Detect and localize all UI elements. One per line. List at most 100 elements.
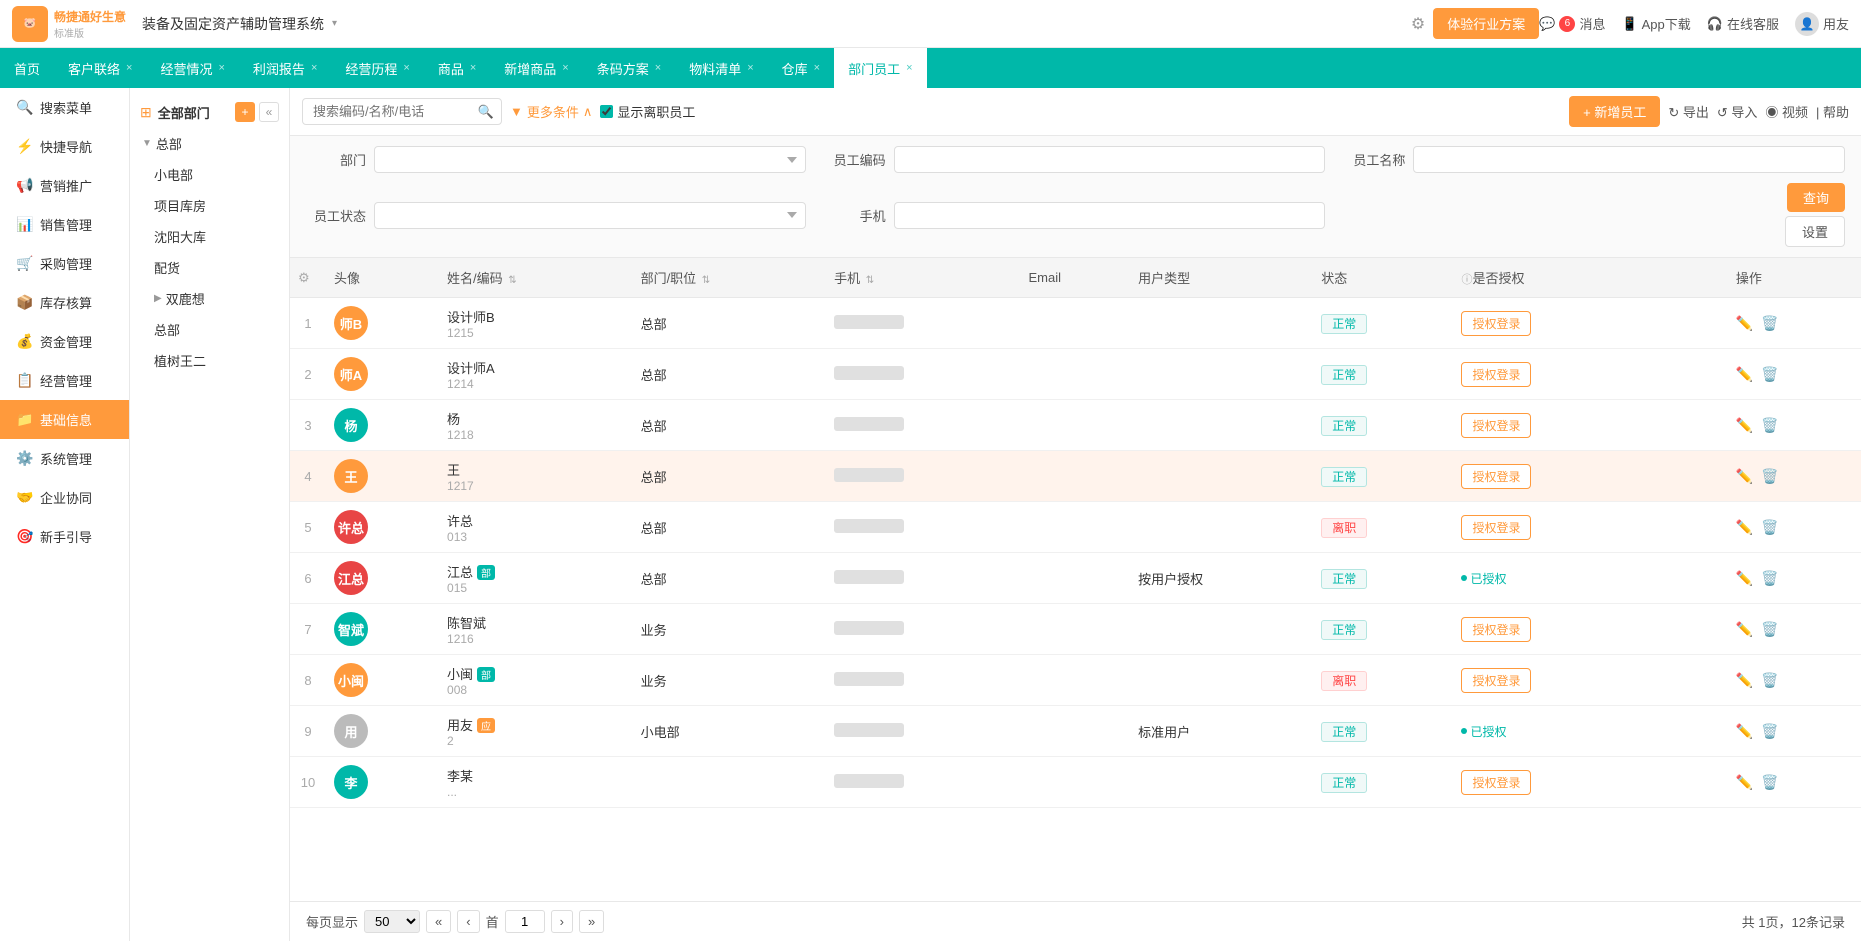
delete-icon[interactable]: 🗑️ xyxy=(1761,315,1778,332)
video-button[interactable]: ◉ 视频 xyxy=(1765,102,1808,121)
sidebar-item-库存核算[interactable]: 📦库存核算 xyxy=(0,283,129,322)
dept-tree-item[interactable]: 植树王二 xyxy=(142,345,289,376)
auth-button[interactable]: 授权登录 xyxy=(1461,617,1531,642)
close-tab-icon[interactable]: × xyxy=(655,62,661,74)
close-tab-icon[interactable]: × xyxy=(470,62,476,74)
last-page-btn[interactable]: » xyxy=(579,910,604,933)
nav-tab-经营历程[interactable]: 经营历程× xyxy=(331,48,423,88)
emp-code-input[interactable] xyxy=(894,146,1326,173)
nav-tab-仓库[interactable]: 仓库× xyxy=(768,48,834,88)
auth-button[interactable]: 授权登录 xyxy=(1461,362,1531,387)
user-menu[interactable]: 👤 用友 xyxy=(1795,12,1849,36)
per-page-select[interactable]: 50 100 xyxy=(364,910,420,933)
online-service-btn[interactable]: 🎧 在线客服 xyxy=(1707,14,1779,33)
sidebar-item-经营管理[interactable]: 📋经营管理 xyxy=(0,361,129,400)
message-btn[interactable]: 💬 6 消息 xyxy=(1539,14,1605,33)
sidebar-item-企业协同[interactable]: 🤝企业协同 xyxy=(0,478,129,517)
delete-icon[interactable]: 🗑️ xyxy=(1761,417,1778,434)
delete-icon[interactable]: 🗑️ xyxy=(1761,519,1778,536)
delete-icon[interactable]: 🗑️ xyxy=(1761,774,1778,791)
delete-icon[interactable]: 🗑️ xyxy=(1761,621,1778,638)
sidebar-item-系统管理[interactable]: ⚙️系统管理 xyxy=(0,439,129,478)
auth-button[interactable]: 授权登录 xyxy=(1461,668,1531,693)
sidebar-item-采购管理[interactable]: 🛒采购管理 xyxy=(0,244,129,283)
nav-tab-首页[interactable]: 首页 xyxy=(0,48,54,88)
dept-tree-item[interactable]: ▶双鹿想 xyxy=(142,283,289,314)
delete-icon[interactable]: 🗑️ xyxy=(1761,672,1778,689)
query-button[interactable]: 查询 xyxy=(1787,183,1845,212)
sidebar-item-快捷导航[interactable]: ⚡快捷导航 xyxy=(0,127,129,166)
edit-icon[interactable]: ✏️ xyxy=(1736,723,1753,740)
delete-icon[interactable]: 🗑️ xyxy=(1761,723,1778,740)
add-dept-btn[interactable]: + xyxy=(235,102,255,122)
sidebar-item-基础信息[interactable]: 📁基础信息 xyxy=(0,400,129,439)
dept-tree-item[interactable]: 沈阳大库 xyxy=(142,221,289,252)
auth-button[interactable]: 授权登录 xyxy=(1461,515,1531,540)
delete-icon[interactable]: 🗑️ xyxy=(1761,570,1778,587)
edit-icon[interactable]: ✏️ xyxy=(1736,519,1753,536)
prev-page-btn[interactable]: ‹ xyxy=(457,910,479,933)
close-tab-icon[interactable]: × xyxy=(403,62,409,74)
edit-icon[interactable]: ✏️ xyxy=(1736,468,1753,485)
edit-icon[interactable]: ✏️ xyxy=(1736,672,1753,689)
nav-tab-客户联络[interactable]: 客户联络× xyxy=(54,48,146,88)
nav-tab-经营情况[interactable]: 经营情况× xyxy=(146,48,238,88)
auth-button[interactable]: 授权登录 xyxy=(1461,311,1531,336)
trial-button[interactable]: 体验行业方案 xyxy=(1433,8,1539,39)
next-page-btn[interactable]: › xyxy=(551,910,573,933)
settings-button[interactable]: 设置 xyxy=(1785,216,1845,247)
nav-tab-新增商品[interactable]: 新增商品× xyxy=(490,48,582,88)
first-page-btn[interactable]: « xyxy=(426,910,451,933)
dept-tree-item[interactable]: ▼总部 xyxy=(130,128,289,159)
col-name[interactable]: 姓名/编码 ⇅ xyxy=(439,258,633,298)
dept-tree-item[interactable]: 项目库房 xyxy=(142,190,289,221)
sidebar-item-资金管理[interactable]: 💰资金管理 xyxy=(0,322,129,361)
delete-icon[interactable]: 🗑️ xyxy=(1761,468,1778,485)
col-settings[interactable]: ⚙ xyxy=(290,258,326,298)
collapse-dept-btn[interactable]: « xyxy=(259,102,279,122)
nav-tab-条码方案[interactable]: 条码方案× xyxy=(583,48,675,88)
more-filter-btn[interactable]: ▼ 更多条件 ∧ xyxy=(510,102,592,121)
page-number-input[interactable] xyxy=(505,910,545,933)
close-tab-icon[interactable]: × xyxy=(126,62,132,74)
sidebar-item-营销推广[interactable]: 📢营销推广 xyxy=(0,166,129,205)
search-input[interactable] xyxy=(302,98,502,125)
add-employee-button[interactable]: + 新增员工 xyxy=(1569,96,1660,127)
close-tab-icon[interactable]: × xyxy=(218,62,224,74)
app-download-btn[interactable]: 📱 App下载 xyxy=(1621,14,1690,33)
export-button[interactable]: ↻ 导出 xyxy=(1668,102,1709,121)
close-tab-icon[interactable]: × xyxy=(906,62,912,74)
edit-icon[interactable]: ✏️ xyxy=(1736,315,1753,332)
show-resigned-checkbox[interactable]: 显示离职员工 xyxy=(600,102,695,121)
show-resigned-input[interactable] xyxy=(600,105,613,118)
sidebar-item-搜索菜单[interactable]: 🔍搜索菜单 xyxy=(0,88,129,127)
auth-button[interactable]: 授权登录 xyxy=(1461,770,1531,795)
nav-tab-利润报告[interactable]: 利润报告× xyxy=(239,48,331,88)
close-tab-icon[interactable]: × xyxy=(562,62,568,74)
close-tab-icon[interactable]: × xyxy=(814,62,820,74)
close-tab-icon[interactable]: × xyxy=(747,62,753,74)
dept-tree-item[interactable]: 配货 xyxy=(142,252,289,283)
emp-name-input[interactable] xyxy=(1413,146,1845,173)
dept-tree-item[interactable]: 总部 xyxy=(142,314,289,345)
edit-icon[interactable]: ✏️ xyxy=(1736,570,1753,587)
col-dept[interactable]: 部门/职位 ⇅ xyxy=(633,258,827,298)
edit-icon[interactable]: ✏️ xyxy=(1736,366,1753,383)
nav-tab-部门员工[interactable]: 部门员工× xyxy=(834,48,926,88)
dropdown-arrow-icon[interactable]: ▾ xyxy=(332,18,337,29)
settings-icon[interactable]: ⚙ xyxy=(1411,14,1425,34)
sidebar-item-销售管理[interactable]: 📊销售管理 xyxy=(0,205,129,244)
nav-tab-物料清单[interactable]: 物料清单× xyxy=(675,48,767,88)
edit-icon[interactable]: ✏️ xyxy=(1736,621,1753,638)
dept-select[interactable] xyxy=(374,146,806,173)
sidebar-item-新手引导[interactable]: 🎯新手引导 xyxy=(0,517,129,556)
import-button[interactable]: ↺ 导入 xyxy=(1717,102,1758,121)
dept-tree-item[interactable]: 小电部 xyxy=(142,159,289,190)
emp-status-select[interactable] xyxy=(374,202,806,229)
close-tab-icon[interactable]: × xyxy=(311,62,317,74)
nav-tab-商品[interactable]: 商品× xyxy=(424,48,490,88)
phone-input[interactable] xyxy=(894,202,1326,229)
col-phone[interactable]: 手机 ⇅ xyxy=(826,258,1020,298)
edit-icon[interactable]: ✏️ xyxy=(1736,774,1753,791)
auth-button[interactable]: 授权登录 xyxy=(1461,464,1531,489)
